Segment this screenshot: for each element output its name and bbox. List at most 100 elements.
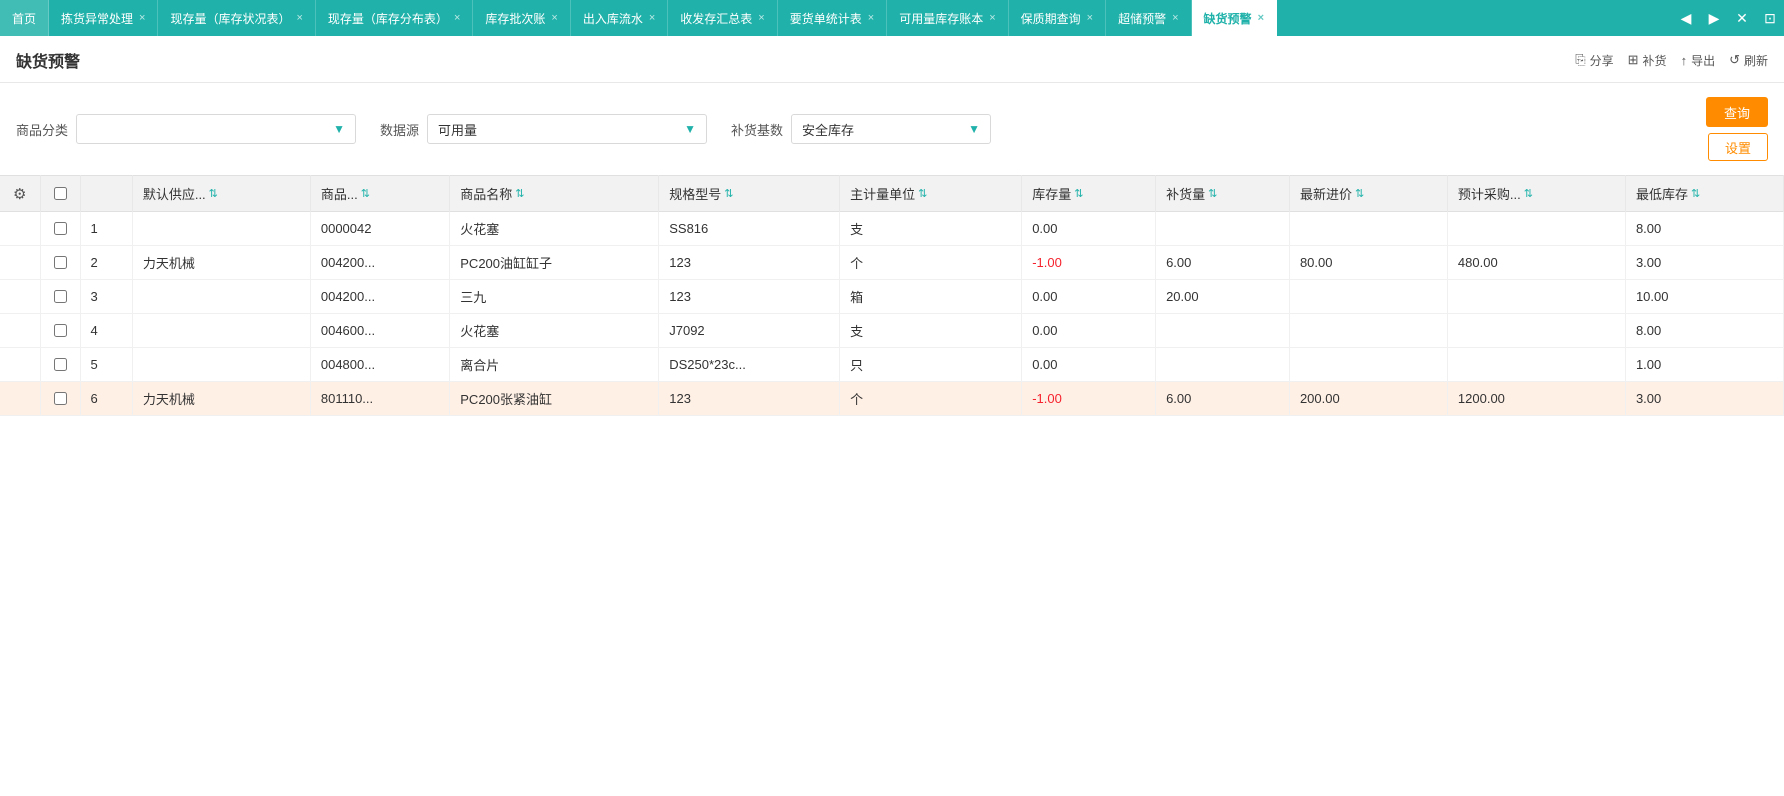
- tab-inventory-dist[interactable]: 现存量（库存分布表） ×: [316, 0, 473, 36]
- cell-stock-2: 0.00: [1022, 280, 1156, 314]
- table-row: 4 004600... 火花塞 J7092 支 0.00 8.00: [0, 314, 1784, 348]
- table-body: 1 0000042 火花塞 SS816 支 0.00 8.00 2 力天机械 0…: [0, 212, 1784, 416]
- datasource-select[interactable]: 可用量 ▼: [427, 114, 707, 144]
- replenish-base-select[interactable]: 安全库存 ▼: [791, 114, 991, 144]
- tab-stock-exception[interactable]: 拣货异常处理 ×: [49, 0, 158, 36]
- col-min-stock: 最低库存 ⇅: [1625, 176, 1783, 212]
- replenish-base-label: 补货基数: [731, 120, 783, 139]
- sort-icon-stock: ⇅: [1074, 187, 1083, 200]
- cell-spec-3: J7092: [659, 314, 840, 348]
- cell-est-purchase-5: 1200.00: [1447, 382, 1625, 416]
- tab-shortage[interactable]: 缺货预警 ×: [1192, 0, 1277, 36]
- tab-inout-flow[interactable]: 出入库流水 ×: [571, 0, 668, 36]
- cell-supplier-3: [132, 314, 310, 348]
- tab-close-inventory-status[interactable]: ×: [296, 12, 302, 24]
- main-content: 缺货预警 ⎘ 分享 ⊞ 补货 ↑ 导出 ↺ 刷新 商品分类: [0, 36, 1784, 796]
- export-btn[interactable]: ↑ 导出: [1681, 52, 1716, 69]
- cell-code-0: 0000042: [310, 212, 449, 246]
- tab-order-stats[interactable]: 要货单统计表 ×: [778, 0, 887, 36]
- cell-code-2: 004200...: [310, 280, 449, 314]
- replenish-icon: ⊞: [1628, 52, 1639, 68]
- col-checkbox: [40, 176, 80, 212]
- filter-area: 商品分类 ▼ 数据源 可用量 ▼ 补货基数 安全库存 ▼ 查询 设置: [0, 83, 1784, 175]
- tab-available-ledger[interactable]: 可用量库存账本 ×: [887, 0, 1008, 36]
- tab-prev-btn[interactable]: ◀: [1672, 0, 1700, 36]
- cell-supplier-4: [132, 348, 310, 382]
- tab-close-shortage[interactable]: ×: [1258, 12, 1264, 24]
- replenish-btn[interactable]: ⊞ 补货: [1628, 52, 1667, 69]
- cell-checkbox-3: [40, 314, 80, 348]
- tab-receipt-summary[interactable]: 收发存汇总表 ×: [668, 0, 777, 36]
- select-all-checkbox[interactable]: [54, 187, 67, 200]
- sort-product-code[interactable]: 商品... ⇅: [321, 184, 439, 203]
- sort-replenish-qty[interactable]: 补货量 ⇅: [1166, 184, 1279, 203]
- cell-replenish-3: [1156, 314, 1290, 348]
- cell-price-0: [1289, 212, 1447, 246]
- table-container: ⚙ 默认供应... ⇅: [0, 175, 1784, 416]
- cell-spec-2: 123: [659, 280, 840, 314]
- col-replenish-qty: 补货量 ⇅: [1156, 176, 1290, 212]
- page-header: 缺货预警 ⎘ 分享 ⊞ 补货 ↑ 导出 ↺ 刷新: [0, 36, 1784, 83]
- tab-next-btn[interactable]: ▶: [1700, 0, 1728, 36]
- tab-close-all-btn[interactable]: ✕: [1728, 0, 1756, 36]
- col-spec: 规格型号 ⇅: [659, 176, 840, 212]
- tab-maximize-btn[interactable]: ⊡: [1756, 0, 1784, 36]
- refresh-btn[interactable]: ↺ 刷新: [1729, 52, 1768, 69]
- sort-icon-name: ⇅: [515, 187, 524, 200]
- sort-default-supplier[interactable]: 默认供应... ⇅: [143, 184, 300, 203]
- tab-home[interactable]: 首页: [0, 0, 49, 36]
- cell-name-4: 离合片: [450, 348, 659, 382]
- sort-est-purchase[interactable]: 预计采购... ⇅: [1458, 184, 1615, 203]
- cell-price-5: 200.00: [1289, 382, 1447, 416]
- row-checkbox-3[interactable]: [54, 324, 67, 337]
- tab-close-available-ledger[interactable]: ×: [989, 12, 995, 24]
- settings-button[interactable]: 设置: [1708, 133, 1768, 161]
- tab-close-inventory-dist[interactable]: ×: [454, 12, 460, 24]
- cell-stock-1: -1.00: [1022, 246, 1156, 280]
- cell-stock-5: -1.00: [1022, 382, 1156, 416]
- sort-product-name[interactable]: 商品名称 ⇅: [460, 184, 648, 203]
- sort-latest-price[interactable]: 最新进价 ⇅: [1300, 184, 1437, 203]
- col-settings[interactable]: ⚙: [0, 176, 40, 212]
- share-icon: ⎘: [1575, 52, 1585, 68]
- row-checkbox-4[interactable]: [54, 358, 67, 371]
- col-stock: 库存量 ⇅: [1022, 176, 1156, 212]
- col-default-supplier: 默认供应... ⇅: [132, 176, 310, 212]
- row-checkbox-5[interactable]: [54, 392, 67, 405]
- tab-batch-account[interactable]: 库存批次账 ×: [473, 0, 570, 36]
- sort-stock[interactable]: 库存量 ⇅: [1032, 184, 1145, 203]
- tab-close-overstock[interactable]: ×: [1172, 12, 1178, 24]
- cell-name-2: 三九: [450, 280, 659, 314]
- cell-replenish-0: [1156, 212, 1290, 246]
- col-product-name: 商品名称 ⇅: [450, 176, 659, 212]
- settings-icon[interactable]: ⚙: [10, 185, 30, 203]
- query-button[interactable]: 查询: [1706, 97, 1768, 127]
- cell-name-0: 火花塞: [450, 212, 659, 246]
- tab-close-batch-account[interactable]: ×: [551, 12, 557, 24]
- cell-min-stock-2: 10.00: [1625, 280, 1783, 314]
- tab-inventory-status[interactable]: 现存量（库存状况表） ×: [158, 0, 315, 36]
- tab-close-receipt-summary[interactable]: ×: [758, 12, 764, 24]
- row-checkbox-1[interactable]: [54, 256, 67, 269]
- tab-close-order-stats[interactable]: ×: [868, 12, 874, 24]
- cell-name-3: 火花塞: [450, 314, 659, 348]
- tab-close-stock-exception[interactable]: ×: [139, 12, 145, 24]
- sort-unit[interactable]: 主计量单位 ⇅: [850, 184, 1011, 203]
- share-btn[interactable]: ⎘ 分享: [1575, 52, 1613, 69]
- cell-stock-0: 0.00: [1022, 212, 1156, 246]
- row-checkbox-0[interactable]: [54, 222, 67, 235]
- col-product-code: 商品... ⇅: [310, 176, 449, 212]
- sort-spec[interactable]: 规格型号 ⇅: [669, 184, 829, 203]
- cell-code-3: 004600...: [310, 314, 449, 348]
- cell-unit-3: 支: [840, 314, 1022, 348]
- datasource-label: 数据源: [380, 120, 419, 139]
- sort-min-stock[interactable]: 最低库存 ⇅: [1636, 184, 1773, 203]
- tab-expiry-query[interactable]: 保质期查询 ×: [1009, 0, 1106, 36]
- tab-close-inout-flow[interactable]: ×: [649, 12, 655, 24]
- category-select[interactable]: ▼: [76, 114, 356, 144]
- sort-icon-est-purchase: ⇅: [1524, 187, 1533, 200]
- sort-icon-code: ⇅: [361, 187, 370, 200]
- tab-overstock[interactable]: 超储预警 ×: [1106, 0, 1191, 36]
- row-checkbox-2[interactable]: [54, 290, 67, 303]
- tab-close-expiry-query[interactable]: ×: [1087, 12, 1093, 24]
